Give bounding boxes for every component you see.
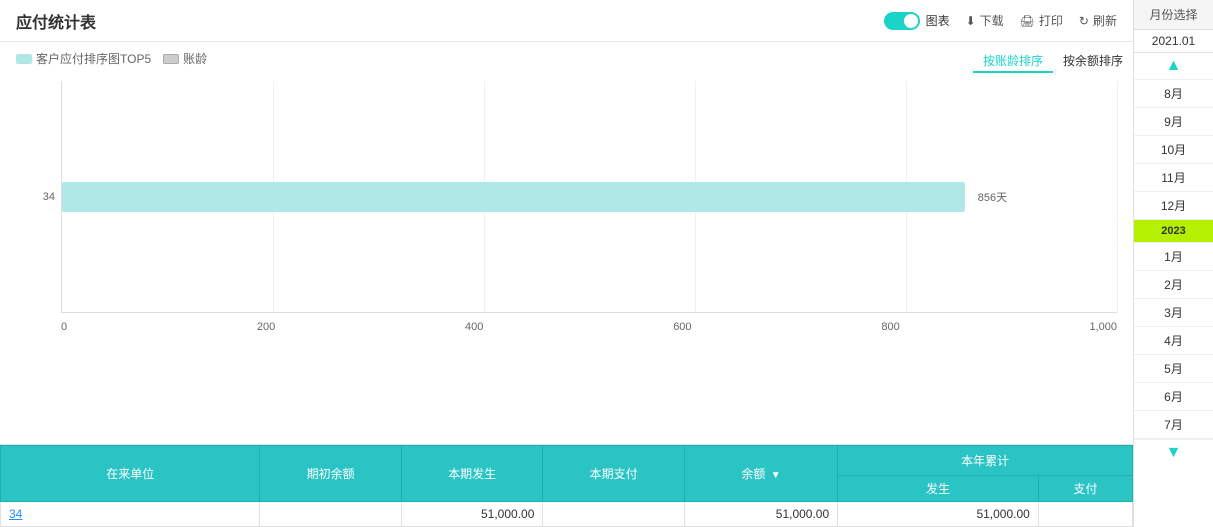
x-label-800: 800	[881, 321, 899, 333]
balance-sort-icon: ▼	[771, 470, 781, 481]
sidebar-month-9[interactable]: 9月	[1134, 108, 1213, 136]
col-ytd-pay: 支付	[1038, 476, 1132, 502]
sidebar-month-2[interactable]: 2月	[1134, 271, 1213, 299]
chevron-up-icon: ▲	[1166, 57, 1182, 75]
table-header-top: 在来单位 期初余额 本期发生 本期支付 余额 ▼ 本年累计	[1, 446, 1133, 476]
year-input[interactable]	[1134, 30, 1213, 53]
col-ytd-occur: 发生	[838, 476, 1039, 502]
sidebar-month-12[interactable]: 12月	[1134, 192, 1213, 220]
print-icon: 🖨	[1020, 14, 1035, 28]
grid-line-5	[1117, 81, 1118, 312]
page-title: 应付统计表	[16, 9, 96, 33]
sidebar-month-8[interactable]: 8月	[1134, 80, 1213, 108]
legend-color-1	[16, 54, 32, 64]
nav-up-button[interactable]: ▲	[1134, 53, 1213, 80]
col-balance: 余额 ▼	[684, 446, 837, 502]
header-tools: 图表 ⬇ 下载 🖨 打印 ↻ 刷新	[884, 12, 1117, 30]
chart-sort-tabs: 按账龄排序 按余额排序	[973, 50, 1133, 73]
sidebar-month-7[interactable]: 7月	[1134, 411, 1213, 439]
x-axis-labels: 0 200 400 600 800 1,000	[61, 313, 1117, 341]
col-current-pay: 本期支付	[543, 446, 684, 502]
cell-unit[interactable]: 34	[1, 502, 260, 527]
bar-34: 856天	[62, 182, 965, 212]
page-header: 应付统计表 图表 ⬇ 下载 🖨 打印 ↻ 刷新	[0, 0, 1133, 42]
data-table: 在来单位 期初余额 本期发生 本期支付 余额 ▼ 本年累计 发生 支付	[0, 445, 1133, 527]
cell-current-occur: 51,000.00	[401, 502, 542, 527]
cell-current-pay	[543, 502, 684, 527]
sort-tab-age[interactable]: 按账龄排序	[973, 50, 1053, 73]
chart-toggle-label: 图表	[926, 12, 950, 29]
download-button[interactable]: ⬇ 下载	[966, 12, 1004, 29]
sidebar-year-2023[interactable]: 2023	[1134, 220, 1213, 243]
nav-down-button[interactable]: ▼	[1134, 439, 1213, 466]
x-label-600: 600	[673, 321, 691, 333]
table-section: 在来单位 期初余额 本期发生 本期支付 余额 ▼ 本年累计 发生 支付	[0, 444, 1133, 527]
refresh-button[interactable]: ↻ 刷新	[1079, 12, 1117, 29]
month-sidebar: 月份选择 ▲ 8月 9月 10月 11月 12月 2023 1月 2月 3月 4…	[1133, 0, 1213, 527]
chevron-down-icon: ▼	[1166, 444, 1182, 462]
sidebar-month-11[interactable]: 11月	[1134, 164, 1213, 192]
refresh-icon: ↻	[1079, 14, 1089, 28]
chart-toggle-wrap: 图表	[884, 12, 950, 30]
legend-label-2: 账龄	[183, 50, 207, 67]
chart-draw-area: 856天	[61, 81, 1117, 313]
x-label-0: 0	[61, 321, 67, 333]
chart-section: 客户应付排序图TOP5 账龄 按账龄排序 按余额排序 34	[0, 42, 1133, 444]
print-button[interactable]: 🖨 打印	[1020, 12, 1063, 29]
sidebar-month-5[interactable]: 5月	[1134, 355, 1213, 383]
bar-end-label: 856天	[978, 189, 1007, 205]
col-unit: 在来单位	[1, 446, 260, 502]
toggle-knob	[904, 14, 918, 28]
sidebar-month-10[interactable]: 10月	[1134, 136, 1213, 164]
cell-opening	[260, 502, 401, 527]
sidebar-month-4[interactable]: 4月	[1134, 327, 1213, 355]
legend-label-1: 客户应付排序图TOP5	[36, 50, 151, 67]
col-ytd: 本年累计	[838, 446, 1133, 476]
chart-toggle[interactable]	[884, 12, 920, 30]
y-label-34: 34	[43, 191, 55, 203]
download-icon: ⬇	[966, 14, 976, 28]
chart-container: 34 856天 0 200	[16, 81, 1117, 341]
table-body: 34 51,000.00 51,000.00 51,000.00	[1, 502, 1133, 527]
cell-ytd-occur: 51,000.00	[838, 502, 1039, 527]
sidebar-month-3[interactable]: 3月	[1134, 299, 1213, 327]
x-label-400: 400	[465, 321, 483, 333]
table-row: 34 51,000.00 51,000.00 51,000.00	[1, 502, 1133, 527]
sort-tab-balance[interactable]: 按余额排序	[1053, 50, 1133, 73]
x-label-200: 200	[257, 321, 275, 333]
legend-item-1: 客户应付排序图TOP5	[16, 50, 151, 67]
sidebar-month-1[interactable]: 1月	[1134, 243, 1213, 271]
col-opening: 期初余额	[260, 446, 401, 502]
legend-item-2: 账龄	[163, 50, 207, 67]
legend-color-2	[163, 54, 179, 64]
x-label-1000: 1,000	[1089, 321, 1117, 333]
chart-legend: 客户应付排序图TOP5 账龄	[16, 50, 207, 67]
cell-ytd-pay	[1038, 502, 1132, 527]
col-current-occur: 本期发生	[401, 446, 542, 502]
cell-balance: 51,000.00	[684, 502, 837, 527]
sidebar-header: 月份选择	[1134, 0, 1213, 30]
sidebar-month-6[interactable]: 6月	[1134, 383, 1213, 411]
